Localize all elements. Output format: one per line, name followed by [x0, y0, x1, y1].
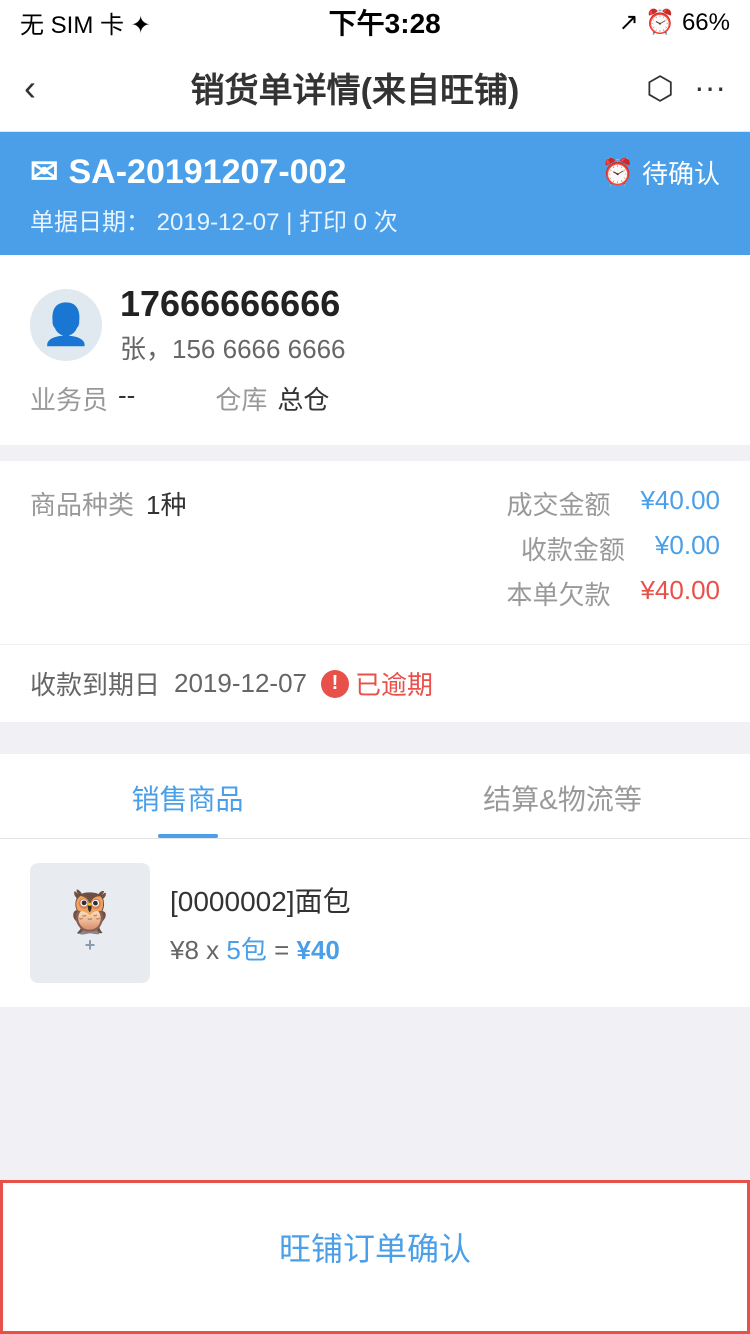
- received-label: 收款金额: [521, 530, 625, 567]
- deal-amount-value: ¥40.00: [640, 485, 720, 522]
- staff-value: --: [118, 380, 135, 417]
- tab-sales-goods[interactable]: 销售商品: [0, 754, 375, 838]
- received-amount-row: 收款金额 ¥0.00: [506, 530, 720, 567]
- status-clock-icon: ⏰: [602, 157, 634, 188]
- deal-amount-row: 成交金额 ¥40.00: [506, 485, 720, 522]
- status-bar: 无 SIM 卡 ✦ 下午3:28 ↗ ⏰ 66%: [0, 0, 750, 44]
- overdue-text: 已逾期: [355, 665, 433, 702]
- tab-settlement[interactable]: 结算&物流等: [375, 754, 750, 838]
- due-label: 本单欠款: [506, 575, 610, 612]
- overdue-alert-icon: !: [321, 670, 349, 698]
- product-logo-icon: 🦉: [64, 891, 116, 933]
- sim-label: 无 SIM 卡 ✦: [20, 5, 151, 40]
- due-date-label: 收款到期日: [30, 665, 160, 702]
- customer-name: 张，156 6666 6666: [120, 329, 346, 366]
- due-date-value: 2019-12-07: [174, 668, 307, 699]
- status-left: 无 SIM 卡 ✦: [20, 5, 151, 40]
- warehouse-meta: 仓库 总仓: [215, 380, 329, 417]
- staff-meta: 业务员 --: [30, 380, 135, 417]
- status-right: ↗ ⏰ 66%: [619, 8, 730, 37]
- share-icon[interactable]: ⬡: [646, 69, 674, 107]
- avatar: 👤: [30, 289, 102, 361]
- goods-type-label: 商品种类: [30, 485, 134, 522]
- tabs-section: 销售商品 结算&物流等 🦉 + [0000002]面包 ¥8 x 5包 = ¥4…: [0, 754, 750, 1007]
- confirm-button[interactable]: 旺铺订单确认: [33, 1203, 717, 1291]
- due-amount-row: 本单欠款 ¥40.00: [506, 575, 720, 612]
- confirm-button-wrap: 旺铺订单确认: [0, 1180, 750, 1334]
- nav-actions: ⬡ ···: [626, 69, 726, 107]
- product-total: ¥40: [296, 935, 339, 965]
- order-id: ✉ SA-20191207-002: [30, 152, 346, 192]
- avatar-icon: 👤: [41, 301, 91, 348]
- customer-meta: 业务员 -- 仓库 总仓: [30, 380, 720, 417]
- customer-section: 👤 17666666666 张，156 6666 6666 业务员 -- 仓库 …: [0, 255, 750, 445]
- product-info: [0000002]面包 ¥8 x 5包 = ¥40: [170, 880, 720, 967]
- product-qty: 5包: [226, 935, 266, 965]
- warehouse-label: 仓库: [215, 380, 267, 417]
- back-button[interactable]: ‹: [24, 67, 84, 109]
- equal-sign: =: [267, 935, 297, 965]
- order-icon: ✉: [30, 152, 59, 192]
- product-logo-plus: +: [85, 935, 96, 956]
- status-text: 待确认: [642, 154, 720, 191]
- status-time: 下午3:28: [329, 2, 441, 42]
- status-icons: ↗ ⏰ 66%: [619, 8, 730, 37]
- order-id-text: SA-20191207-002: [69, 153, 347, 192]
- more-icon[interactable]: ···: [694, 69, 726, 106]
- summary-section: 商品种类 1种 成交金额 ¥40.00 收款金额 ¥0.00 本单欠款 ¥40.…: [0, 461, 750, 644]
- staff-label: 业务员: [30, 380, 108, 417]
- due-value: ¥40.00: [640, 575, 720, 612]
- price-text: ¥8 x: [170, 935, 226, 965]
- deal-amount-label: 成交金额: [506, 485, 610, 522]
- divider-2: [0, 722, 750, 738]
- goods-type: 商品种类 1种: [30, 485, 186, 522]
- order-header: ✉ SA-20191207-002 ⏰ 待确认 单据日期： 2019-12-07…: [0, 132, 750, 255]
- nav-bar: ‹ 销货单详情(来自旺铺) ⬡ ···: [0, 44, 750, 132]
- due-date-section: 收款到期日 2019-12-07 ! 已逾期: [0, 644, 750, 722]
- customer-phone: 17666666666: [120, 283, 346, 325]
- amounts: 成交金额 ¥40.00 收款金额 ¥0.00 本单欠款 ¥40.00: [506, 485, 720, 620]
- received-value: ¥0.00: [655, 530, 720, 567]
- goods-type-value: 1种: [146, 485, 186, 522]
- warehouse-value: 总仓: [277, 380, 329, 417]
- product-item: 🦉 + [0000002]面包 ¥8 x 5包 = ¥40: [0, 839, 750, 1007]
- product-thumbnail: 🦉 +: [30, 863, 150, 983]
- divider-1: [0, 445, 750, 461]
- product-name: [0000002]面包: [170, 880, 720, 920]
- overdue-badge: ! 已逾期: [321, 665, 433, 702]
- product-price: ¥8 x 5包 = ¥40: [170, 930, 720, 967]
- tabs-row: 销售商品 结算&物流等: [0, 754, 750, 839]
- page-title: 销货单详情(来自旺铺): [84, 63, 626, 112]
- order-status: ⏰ 待确认: [602, 154, 720, 191]
- order-date: 单据日期： 2019-12-07 | 打印 0 次: [30, 202, 720, 237]
